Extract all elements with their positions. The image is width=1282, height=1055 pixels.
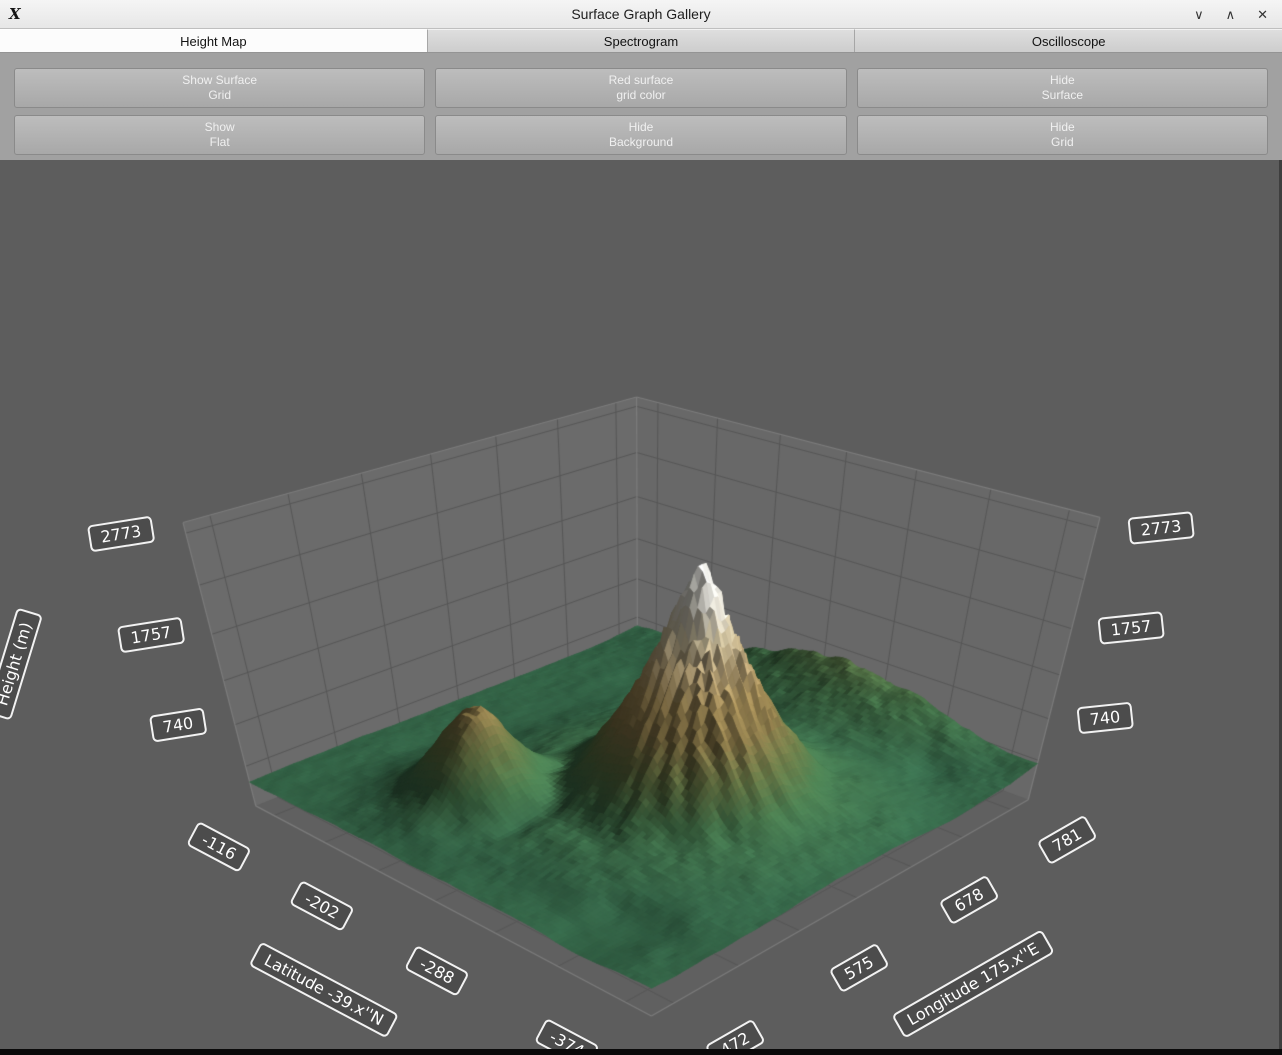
surface-plot-canvas[interactable]: [0, 160, 1282, 1049]
button-label-line2: Background: [609, 135, 673, 150]
close-button[interactable]: ✕: [1257, 8, 1268, 21]
button-label-line2: Flat: [210, 135, 230, 150]
window-title: Surface Graph Gallery: [0, 6, 1282, 22]
chevron-down-icon: ∨: [1194, 7, 1204, 22]
button-label-line2: Grid: [208, 88, 231, 103]
button-label-line1: Show: [205, 120, 235, 135]
minimize-button[interactable]: ∨: [1194, 8, 1204, 21]
chevron-up-icon: ∧: [1226, 7, 1236, 22]
tab-spectrogram[interactable]: Spectrogram: [428, 29, 856, 52]
tab-bar: Height Map Spectrogram Oscilloscope: [0, 29, 1282, 53]
app-window: X Surface Graph Gallery ∨ ∧ ✕ Height Map…: [0, 0, 1282, 1055]
close-icon: ✕: [1257, 7, 1268, 22]
show-flat-button[interactable]: Show Flat: [14, 115, 425, 155]
button-label-line1: Hide: [1050, 120, 1075, 135]
tab-height-map[interactable]: Height Map: [0, 29, 428, 52]
button-label-line2: grid color: [616, 88, 665, 103]
surface-grid-color-button[interactable]: Red surface grid color: [435, 68, 846, 108]
hide-surface-button[interactable]: Hide Surface: [857, 68, 1268, 108]
button-label-line2: Grid: [1051, 135, 1074, 150]
button-label-line1: Show Surface: [182, 73, 257, 88]
button-label-line1: Hide: [629, 120, 654, 135]
app-icon: X: [9, 5, 21, 23]
bottom-strip: [0, 1049, 1282, 1055]
maximize-button[interactable]: ∧: [1226, 8, 1236, 21]
tab-oscilloscope[interactable]: Oscilloscope: [855, 29, 1282, 52]
hide-background-button[interactable]: Hide Background: [435, 115, 846, 155]
button-label-line1: Hide: [1050, 73, 1075, 88]
hide-grid-button[interactable]: Hide Grid: [857, 115, 1268, 155]
show-surface-grid-button[interactable]: Show Surface Grid: [14, 68, 425, 108]
window-controls: ∨ ∧ ✕: [1194, 8, 1268, 21]
plot-area: -116-202-288-374781678575472740740175717…: [0, 160, 1282, 1049]
titlebar: X Surface Graph Gallery ∨ ∧ ✕: [0, 0, 1282, 29]
button-label-line2: Surface: [1042, 88, 1083, 103]
button-label-line1: Red surface: [609, 73, 674, 88]
control-panel: Show Surface Grid Red surface grid color…: [0, 53, 1282, 162]
